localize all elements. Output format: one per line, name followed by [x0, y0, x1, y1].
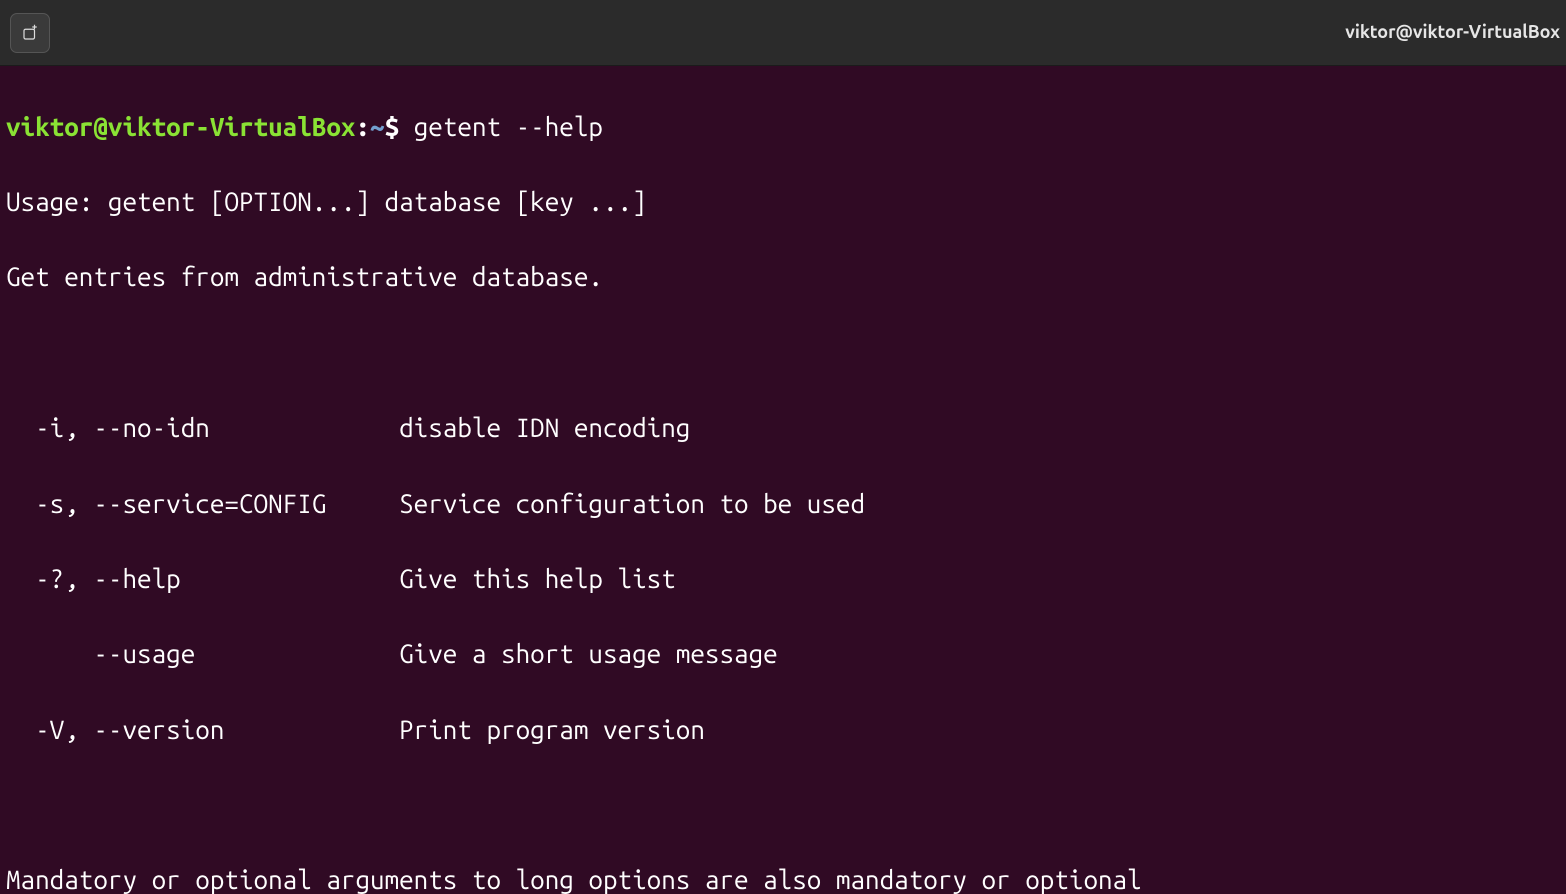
- option-row: -?, --help Give this help list: [6, 560, 1560, 598]
- output-usage: Usage: getent [OPTION...] database [key …: [6, 183, 1560, 221]
- prompt-user-host: viktor@viktor-VirtualBox: [6, 112, 355, 141]
- option-row: --usage Give a short usage message: [6, 635, 1560, 673]
- output-mandatory-1: Mandatory or optional arguments to long …: [6, 861, 1560, 894]
- option-row: -i, --no-idn disable IDN encoding: [6, 409, 1560, 447]
- blank-line: [6, 786, 1560, 824]
- output-desc: Get entries from administrative database…: [6, 258, 1560, 296]
- option-row: -V, --version Print program version: [6, 711, 1560, 749]
- prompt-path: ~: [370, 112, 385, 141]
- option-row: -s, --service=CONFIG Service configurati…: [6, 485, 1560, 523]
- typed-command: getent --help: [414, 112, 603, 141]
- prompt-symbol: $: [385, 112, 400, 141]
- prompt-line-1: viktor@viktor-VirtualBox:~$ getent --hel…: [6, 108, 1560, 146]
- prompt-separator: :: [355, 112, 370, 141]
- terminal-area[interactable]: viktor@viktor-VirtualBox:~$ getent --hel…: [0, 66, 1566, 894]
- blank-line: [6, 334, 1560, 372]
- new-tab-button[interactable]: [10, 13, 50, 53]
- window-titlebar: viktor@viktor-VirtualBox: [0, 0, 1566, 66]
- window-title: viktor@viktor-VirtualBox: [0, 19, 1566, 45]
- new-tab-icon: [21, 24, 39, 42]
